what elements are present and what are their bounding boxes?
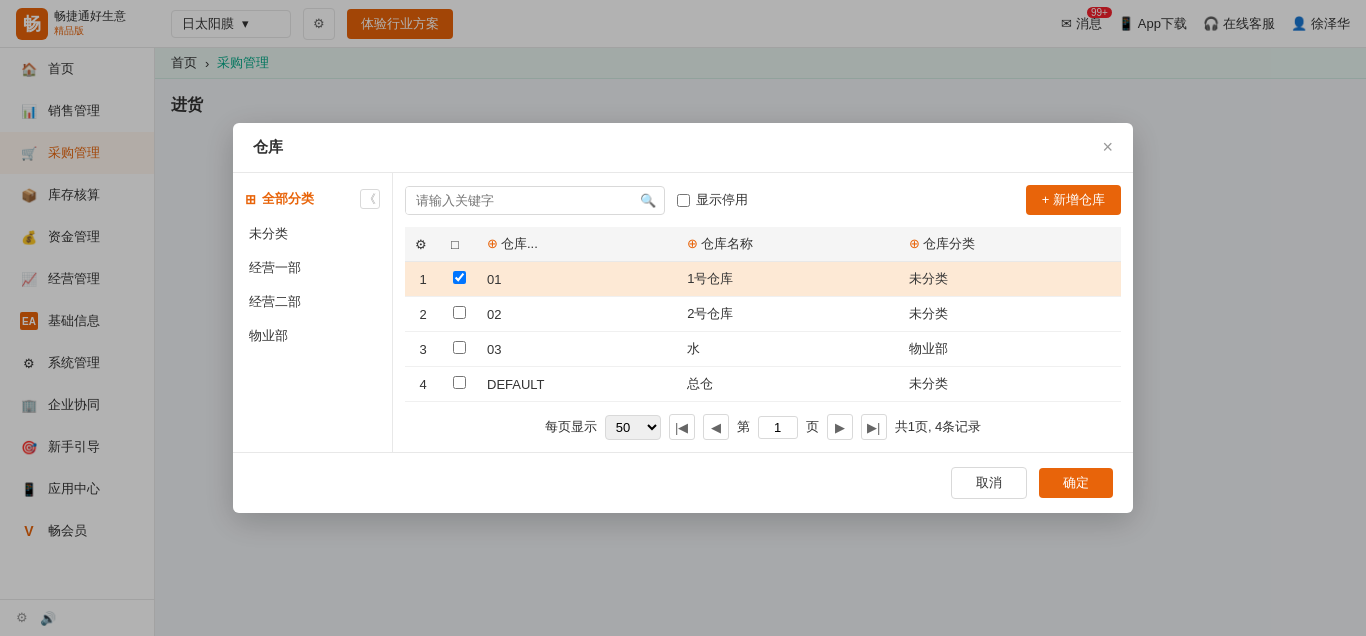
row-name: 2号仓库 (677, 297, 899, 332)
pagination: 每页显示 50 20 100 |◀ ◀ 第 页 ▶ ▶| 共1页, 4条记录 (405, 414, 1121, 440)
row-num: 1 (405, 262, 441, 297)
table-row[interactable]: 3 03 水 物业部 (405, 332, 1121, 367)
table-row[interactable]: 1 01 1号仓库 未分类 (405, 262, 1121, 297)
col-settings[interactable]: ⚙ (405, 227, 441, 262)
total-info: 共1页, 4条记录 (895, 418, 982, 436)
row-num: 2 (405, 297, 441, 332)
cat-all-label: 全部分类 (262, 190, 314, 208)
confirm-button[interactable]: 确定 (1039, 468, 1113, 498)
row-name: 水 (677, 332, 899, 367)
grid-icon: ⊞ (245, 192, 256, 207)
modal-header: 仓库 × (233, 123, 1133, 173)
row-name: 总仓 (677, 367, 899, 402)
col-code[interactable]: ⊕仓库... (477, 227, 677, 262)
row-category: 未分类 (899, 297, 1121, 332)
col-name[interactable]: ⊕仓库名称 (677, 227, 899, 262)
col-checkbox: □ (441, 227, 477, 262)
search-input-wrap: 🔍 (405, 186, 665, 215)
page-label: 第 (737, 418, 750, 436)
cat-item-unclassified[interactable]: 未分类 (233, 217, 392, 251)
row-checkbox[interactable] (453, 341, 466, 354)
show-disabled-label: 显示停用 (696, 191, 748, 209)
table-toolbar: 🔍 显示停用 + 新增仓库 (405, 185, 1121, 215)
cat-all[interactable]: ⊞ 全部分类 (245, 190, 314, 208)
table-area: 🔍 显示停用 + 新增仓库 ⚙ □ ⊕仓库... (393, 173, 1133, 452)
page-prev-btn[interactable]: ◀ (703, 414, 729, 440)
cat-item-dept2[interactable]: 经营二部 (233, 285, 392, 319)
row-code: 01 (477, 262, 677, 297)
category-sidebar: ⊞ 全部分类 《 未分类 经营一部 经营二部 物业部 (233, 173, 393, 452)
page-number-input[interactable] (758, 416, 798, 439)
row-checkbox-cell[interactable] (441, 262, 477, 297)
modal-title: 仓库 (253, 138, 283, 157)
modal-body: ⊞ 全部分类 《 未分类 经营一部 经营二部 物业部 (233, 173, 1133, 452)
cat-item-dept1[interactable]: 经营一部 (233, 251, 392, 285)
row-code: DEFAULT (477, 367, 677, 402)
row-num: 4 (405, 367, 441, 402)
row-name: 1号仓库 (677, 262, 899, 297)
page-last-btn[interactable]: ▶| (861, 414, 887, 440)
cancel-button[interactable]: 取消 (951, 467, 1027, 499)
row-checkbox[interactable] (453, 271, 466, 284)
show-disabled-checkbox[interactable]: 显示停用 (677, 191, 748, 209)
row-code: 03 (477, 332, 677, 367)
cat-header: ⊞ 全部分类 《 (233, 181, 392, 217)
table-row[interactable]: 2 02 2号仓库 未分类 (405, 297, 1121, 332)
per-page-label: 每页显示 (545, 418, 597, 436)
row-category: 未分类 (899, 367, 1121, 402)
search-icon[interactable]: 🔍 (632, 187, 664, 214)
warehouse-modal: 仓库 × ⊞ 全部分类 《 未分类 经营一部 (233, 123, 1133, 513)
row-category: 物业部 (899, 332, 1121, 367)
search-input[interactable] (406, 187, 632, 214)
row-code: 02 (477, 297, 677, 332)
modal-footer: 取消 确定 (233, 452, 1133, 513)
page-next-btn[interactable]: ▶ (827, 414, 853, 440)
show-disabled-toggle[interactable] (677, 194, 690, 207)
warehouse-table: ⚙ □ ⊕仓库... ⊕仓库名称 ⊕仓库分类 1 01 1号仓库 未分类 2 0… (405, 227, 1121, 402)
row-checkbox[interactable] (453, 306, 466, 319)
row-checkbox-cell[interactable] (441, 332, 477, 367)
cat-item-property[interactable]: 物业部 (233, 319, 392, 353)
row-checkbox[interactable] (453, 376, 466, 389)
row-num: 3 (405, 332, 441, 367)
row-category: 未分类 (899, 262, 1121, 297)
per-page-select[interactable]: 50 20 100 (605, 415, 661, 440)
table-row[interactable]: 4 DEFAULT 总仓 未分类 (405, 367, 1121, 402)
col-category[interactable]: ⊕仓库分类 (899, 227, 1121, 262)
page-first-btn[interactable]: |◀ (669, 414, 695, 440)
cat-collapse-btn[interactable]: 《 (360, 189, 380, 209)
modal-close-button[interactable]: × (1102, 137, 1113, 158)
page-suffix: 页 (806, 418, 819, 436)
add-warehouse-button[interactable]: + 新增仓库 (1026, 185, 1121, 215)
row-checkbox-cell[interactable] (441, 367, 477, 402)
row-checkbox-cell[interactable] (441, 297, 477, 332)
modal-overlay: 仓库 × ⊞ 全部分类 《 未分类 经营一部 (0, 0, 1366, 636)
